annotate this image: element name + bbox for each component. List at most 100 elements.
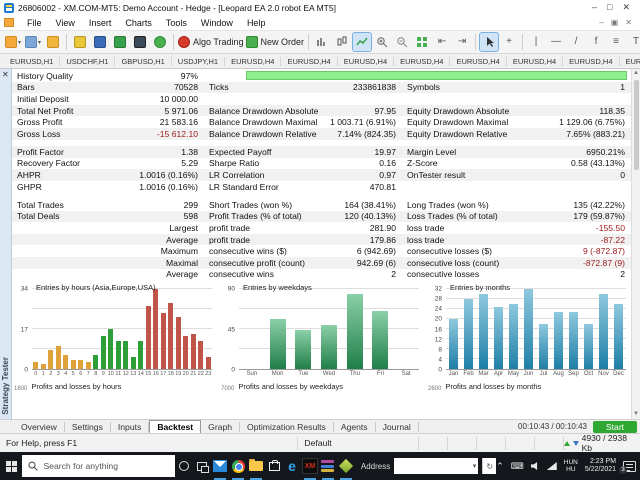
profiles-button[interactable]: ▾ — [24, 33, 42, 51]
tester-close-icon[interactable]: ✕ — [2, 70, 9, 79]
algo-trading-button[interactable]: Algo Trading — [178, 33, 244, 51]
stat-value: 598 — [183, 211, 198, 222]
store-button[interactable] — [265, 452, 283, 480]
menu-file[interactable]: File — [20, 18, 49, 28]
zoom-in-button[interactable] — [373, 33, 391, 51]
quotes-button[interactable] — [71, 33, 89, 51]
action-center-icon[interactable]: 3 — [619, 460, 637, 474]
text-tool-button[interactable]: T — [627, 33, 640, 51]
hidden-icons-chevron-icon[interactable]: ⌃ — [496, 461, 504, 471]
menu-view[interactable]: View — [49, 18, 82, 28]
tester-tab-graph[interactable]: Graph — [201, 421, 241, 432]
tester-tab-agents[interactable]: Agents — [334, 421, 376, 432]
chart-tab-0[interactable]: EURUSD,H1 — [4, 56, 61, 66]
chevron-down-icon[interactable]: ▾ — [473, 462, 477, 470]
minimize-button[interactable]: – — [592, 2, 597, 13]
new-chart-button[interactable]: ▾ — [4, 33, 22, 51]
stat-label: profit trade — [209, 222, 251, 233]
market-watch-button[interactable] — [91, 33, 109, 51]
fibonacci-button[interactable]: f — [587, 33, 605, 51]
tile-windows-button[interactable] — [413, 33, 431, 51]
chart-tab-11[interactable]: EURUSD,H4 — [620, 57, 640, 66]
trendline-button[interactable]: / — [567, 33, 585, 51]
chart-tab-5[interactable]: EURUSD,H4 — [281, 56, 338, 66]
start-button[interactable]: Start — [593, 420, 637, 433]
scroll-down-icon[interactable]: ▼ — [633, 410, 639, 419]
mdi-minimize-button[interactable]: – — [599, 18, 603, 27]
chart-tab-4[interactable]: EURUSD,H4 — [225, 56, 282, 66]
scroll-up-icon[interactable]: ▲ — [633, 69, 639, 78]
stat-value: 281.90 — [369, 222, 396, 233]
data-window-button[interactable] — [111, 33, 129, 51]
tester-tab-inputs[interactable]: Inputs — [111, 421, 150, 432]
language-indicator[interactable]: HUN HU — [564, 459, 578, 474]
menu-charts[interactable]: Charts — [118, 18, 159, 28]
bar-slot — [115, 289, 123, 370]
keyboard-icon[interactable]: ⌨ — [511, 461, 524, 471]
vertical-line-icon: | — [534, 36, 538, 47]
fibonacci-icon: f — [594, 36, 598, 47]
navigator-button[interactable] — [131, 33, 149, 51]
chart-tab-3[interactable]: USDJPY,H1 — [172, 56, 226, 66]
stat-label: Gross Profit — [17, 117, 63, 128]
dock-right-button[interactable]: ⇥ — [453, 33, 471, 51]
menu-insert[interactable]: Insert — [82, 18, 119, 28]
mail-button[interactable] — [211, 452, 229, 480]
history-center-button[interactable] — [44, 33, 62, 51]
network-icon[interactable] — [546, 462, 557, 470]
scrollbar-thumb[interactable] — [633, 80, 639, 170]
zoom-out-button[interactable] — [393, 33, 411, 51]
new-order-button[interactable]: New Order — [245, 33, 304, 51]
crosshair-button[interactable]: + — [500, 33, 518, 51]
chart-tab-2[interactable]: GBPUSD,H1 — [115, 56, 172, 66]
close-button[interactable]: ✕ — [622, 2, 630, 13]
status-profile[interactable]: Default — [298, 436, 420, 450]
candle-chart-mode-button[interactable] — [333, 33, 351, 51]
stats-row: History Quality 97% — [12, 70, 631, 82]
file-explorer-button[interactable] — [247, 452, 265, 480]
maximize-button[interactable]: □ — [607, 2, 612, 13]
menu-window[interactable]: Window — [194, 18, 240, 28]
metaeditor-button[interactable] — [337, 452, 355, 480]
chart-tab-10[interactable]: EURUSD,H4 — [563, 56, 620, 66]
line-chart-mode-button[interactable] — [352, 32, 373, 52]
menu-help[interactable]: Help — [240, 18, 273, 28]
mdi-close-button[interactable]: ✕ — [625, 18, 632, 27]
chrome-button[interactable] — [229, 452, 247, 480]
terminal-button[interactable] — [151, 33, 169, 51]
chart-tab-8[interactable]: EURUSD,H4 — [450, 56, 507, 66]
action-center-badge: 3 — [619, 465, 628, 474]
taskbar-search-input[interactable]: Search for anything — [22, 455, 176, 477]
menu-tools[interactable]: Tools — [159, 18, 194, 28]
tester-tab-optimization-results[interactable]: Optimization Results — [240, 421, 334, 432]
mdi-restore-button[interactable]: ▣ — [611, 18, 619, 27]
cortana-button[interactable] — [175, 452, 193, 480]
horizontal-line-button[interactable]: — — [547, 33, 565, 51]
start-menu-button[interactable] — [0, 452, 22, 480]
volume-icon[interactable] — [530, 462, 538, 470]
tester-tab-overview[interactable]: Overview — [14, 421, 65, 432]
xm-mt5-button[interactable]: XM — [301, 452, 319, 480]
winrar-button[interactable] — [319, 452, 337, 480]
task-view-button[interactable] — [193, 452, 211, 480]
edge-button[interactable]: e — [283, 452, 301, 480]
chart-tab-9[interactable]: EURUSD,H4 — [507, 56, 564, 66]
channel-button[interactable]: ≡ — [607, 33, 625, 51]
cursor-button[interactable] — [479, 32, 500, 52]
tester-tab-backtest[interactable]: Backtest — [149, 419, 202, 434]
chart-tab-6[interactable]: EURUSD,H4 — [338, 56, 395, 66]
bar-chart-mode-button[interactable] — [313, 33, 331, 51]
tester-tab-settings[interactable]: Settings — [65, 421, 111, 432]
clock[interactable]: 2:23 PM 5/22/2021 — [585, 458, 616, 474]
report-scrollbar[interactable]: ▲ ▼ — [631, 69, 640, 419]
stat-value: 0 — [620, 170, 625, 181]
vertical-line-button[interactable]: | — [527, 33, 545, 51]
address-go-button[interactable]: ↻ — [482, 458, 497, 474]
bar-Jan — [448, 319, 459, 370]
chart-tab-1[interactable]: USDCHF,H1 — [60, 56, 116, 66]
address-input[interactable]: ▾ — [394, 458, 479, 474]
dock-left-button[interactable]: ⇤ — [433, 33, 451, 51]
chart-tab-7[interactable]: EURUSD,H4 — [394, 56, 451, 66]
tester-tab-journal[interactable]: Journal — [376, 421, 419, 432]
bar-slot — [175, 289, 183, 370]
